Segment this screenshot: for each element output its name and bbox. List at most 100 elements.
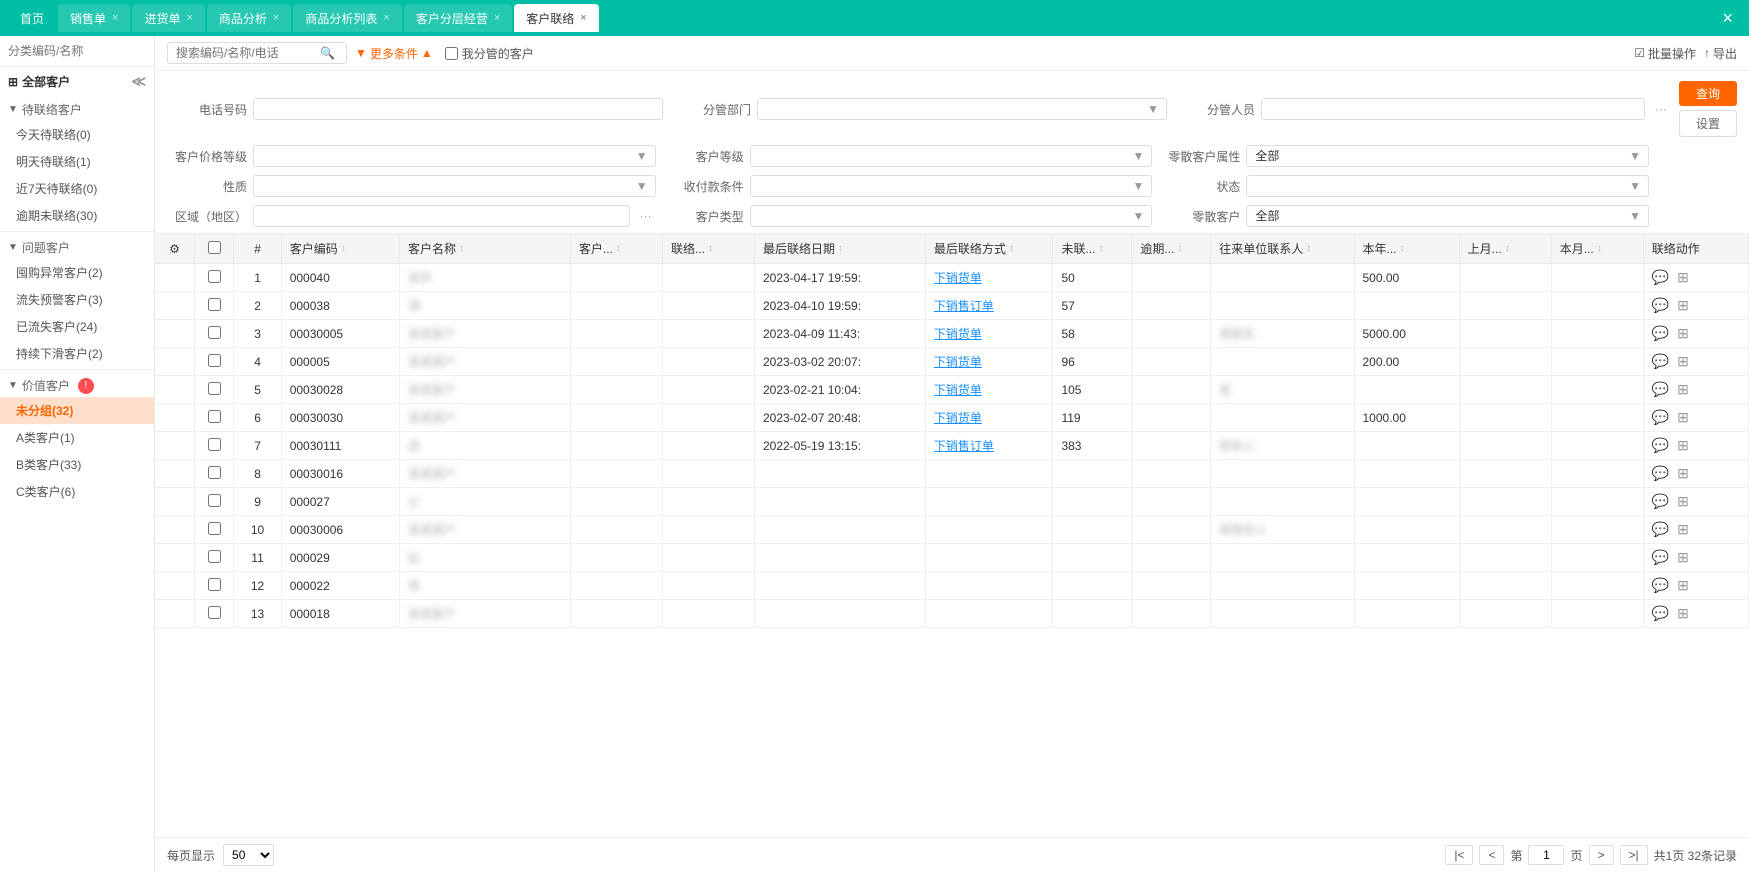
sidebar-item-a-class[interactable]: A类客户(1) — [0, 424, 154, 451]
chat-icon-11[interactable]: 💬 — [1652, 577, 1669, 594]
sidebar-item-c-class[interactable]: C类客户(6) — [0, 478, 154, 505]
page-prev-btn[interactable]: < — [1479, 845, 1504, 865]
grid-action-icon-3[interactable]: ⊞ — [1677, 353, 1689, 370]
th-last-date[interactable]: 最后联络日期↕ — [754, 234, 925, 264]
th-contact[interactable]: 联络...↕ — [662, 234, 754, 264]
sidebar-item-ungroup[interactable]: 未分组(32) — [0, 397, 154, 424]
region-more-btn[interactable]: ··· — [636, 209, 656, 223]
grid-action-icon-1[interactable]: ⊞ — [1677, 297, 1689, 314]
grid-action-icon-9[interactable]: ⊞ — [1677, 521, 1689, 538]
row-checkbox-9[interactable] — [208, 522, 221, 535]
grid-action-icon-10[interactable]: ⊞ — [1677, 549, 1689, 566]
tab-analysis[interactable]: 商品分析 × — [207, 4, 291, 32]
chat-icon-10[interactable]: 💬 — [1652, 549, 1669, 566]
main-search-icon[interactable]: 🔍 — [320, 46, 335, 60]
row-checkbox-4[interactable] — [208, 382, 221, 395]
select-all-checkbox[interactable] — [208, 241, 221, 254]
sidebar-item-churn-warn[interactable]: 流失预警客户(3) — [0, 286, 154, 313]
reset-btn[interactable]: 设置 — [1679, 110, 1737, 137]
page-last-btn[interactable]: >| — [1620, 845, 1648, 865]
person-more-btn[interactable]: ··· — [1651, 102, 1671, 116]
th-overdue[interactable]: 逾期...↕ — [1132, 234, 1211, 264]
page-first-btn[interactable]: |< — [1445, 845, 1473, 865]
tab-customer-contact-close[interactable]: × — [580, 12, 586, 24]
tab-sales-close[interactable]: × — [112, 12, 118, 24]
search-btn[interactable]: 查询 — [1679, 81, 1737, 106]
row-checkbox-2[interactable] — [208, 326, 221, 339]
th-this-month[interactable]: 本月...↕ — [1551, 234, 1643, 264]
row-checkbox-7[interactable] — [208, 466, 221, 479]
sidebar-collapse-btn[interactable]: ≪ — [131, 73, 146, 90]
retail-cust-select[interactable]: 全部 — [1246, 205, 1649, 227]
row-checkbox-8[interactable] — [208, 494, 221, 507]
chat-icon-12[interactable]: 💬 — [1652, 605, 1669, 622]
th-inter[interactable]: 往来单位联系人↕ — [1211, 234, 1354, 264]
grid-action-icon-4[interactable]: ⊞ — [1677, 381, 1689, 398]
th-code[interactable]: 客户编码↕ — [281, 234, 399, 264]
chat-icon-2[interactable]: 💬 — [1652, 325, 1669, 342]
th-this-year[interactable]: 本年...↕ — [1354, 234, 1459, 264]
row-checkbox-10[interactable] — [208, 550, 221, 563]
tab-purchase-close[interactable]: × — [186, 12, 192, 24]
phone-input[interactable] — [253, 98, 663, 120]
region-input[interactable] — [253, 205, 630, 227]
th-type[interactable]: 客户...↕ — [570, 234, 662, 264]
dept-select[interactable] — [757, 98, 1167, 120]
chat-icon-7[interactable]: 💬 — [1652, 465, 1669, 482]
tab-customer-contact[interactable]: 客户联络 × — [514, 4, 598, 32]
person-input[interactable] — [1261, 98, 1645, 120]
th-uncontact[interactable]: 未联...↕ — [1053, 234, 1132, 264]
grid-action-icon-12[interactable]: ⊞ — [1677, 605, 1689, 622]
grid-action-icon-8[interactable]: ⊞ — [1677, 493, 1689, 510]
sidebar-item-overdue[interactable]: 逾期未联络(30) — [0, 202, 154, 229]
retail-attr-select[interactable]: 全部 — [1246, 145, 1649, 167]
sidebar-item-churned[interactable]: 已流失客户(24) — [0, 313, 154, 340]
payment-select[interactable] — [750, 175, 1153, 197]
sidebar-pending-group[interactable]: ▼ 待联络客户 — [0, 96, 154, 121]
chat-icon-0[interactable]: 💬 — [1652, 269, 1669, 286]
row-checkbox-0[interactable] — [208, 270, 221, 283]
row-checkbox-1[interactable] — [208, 298, 221, 311]
sidebar-item-today[interactable]: 今天待联络(0) — [0, 121, 154, 148]
grid-action-icon-11[interactable]: ⊞ — [1677, 577, 1689, 594]
row-checkbox-5[interactable] — [208, 410, 221, 423]
tab-sales[interactable]: 销售单 × — [58, 4, 130, 32]
grid-action-icon-2[interactable]: ⊞ — [1677, 325, 1689, 342]
grid-action-icon-6[interactable]: ⊞ — [1677, 437, 1689, 454]
row-checkbox-11[interactable] — [208, 578, 221, 591]
sidebar-problem-group[interactable]: ▼ 问题客户 — [0, 234, 154, 259]
main-search-input[interactable] — [176, 46, 316, 60]
tab-customer-tier[interactable]: 客户分层经营 × — [404, 4, 512, 32]
sidebar-item-b-class[interactable]: B类客户(33) — [0, 451, 154, 478]
chat-icon-3[interactable]: 💬 — [1652, 353, 1669, 370]
grid-action-icon-0[interactable]: ⊞ — [1677, 269, 1689, 286]
page-number-input[interactable] — [1528, 845, 1564, 865]
price-level-select[interactable] — [253, 145, 656, 167]
tab-analysis-list[interactable]: 商品分析列表 × — [293, 4, 401, 32]
sidebar-score-group[interactable]: ▼ 价值客户 ! — [0, 372, 154, 397]
customer-level-select[interactable] — [750, 145, 1153, 167]
th-name[interactable]: 客户名称↕ — [400, 234, 571, 264]
chat-icon-9[interactable]: 💬 — [1652, 521, 1669, 538]
row-checkbox-6[interactable] — [208, 438, 221, 451]
sidebar-item-abnormal[interactable]: 囤购异常客户(2) — [0, 259, 154, 286]
chat-icon-1[interactable]: 💬 — [1652, 297, 1669, 314]
tab-analysis-list-close[interactable]: × — [383, 12, 389, 24]
batch-op-btn[interactable]: ☑ 批量操作 — [1634, 45, 1696, 62]
chat-icon-5[interactable]: 💬 — [1652, 409, 1669, 426]
per-page-select[interactable]: 50 100 — [223, 844, 274, 866]
row-checkbox-3[interactable] — [208, 354, 221, 367]
tab-purchase[interactable]: 进货单 × — [132, 4, 204, 32]
sidebar-item-declining[interactable]: 持续下滑客户(2) — [0, 340, 154, 367]
close-all-tabs[interactable]: × — [1714, 8, 1741, 29]
chat-icon-8[interactable]: 💬 — [1652, 493, 1669, 510]
sidebar-all-customers[interactable]: ⊞ 全部客户 ≪ — [0, 67, 154, 96]
more-filter-btn[interactable]: ▼ 更多条件 ▲ — [355, 45, 433, 62]
th-last-month[interactable]: 上月...↕ — [1459, 234, 1551, 264]
page-next-btn[interactable]: > — [1589, 845, 1614, 865]
nature-select[interactable] — [253, 175, 656, 197]
my-customer-checkbox[interactable] — [445, 47, 458, 60]
grid-action-icon-7[interactable]: ⊞ — [1677, 465, 1689, 482]
chat-icon-6[interactable]: 💬 — [1652, 437, 1669, 454]
tab-customer-tier-close[interactable]: × — [494, 12, 500, 24]
